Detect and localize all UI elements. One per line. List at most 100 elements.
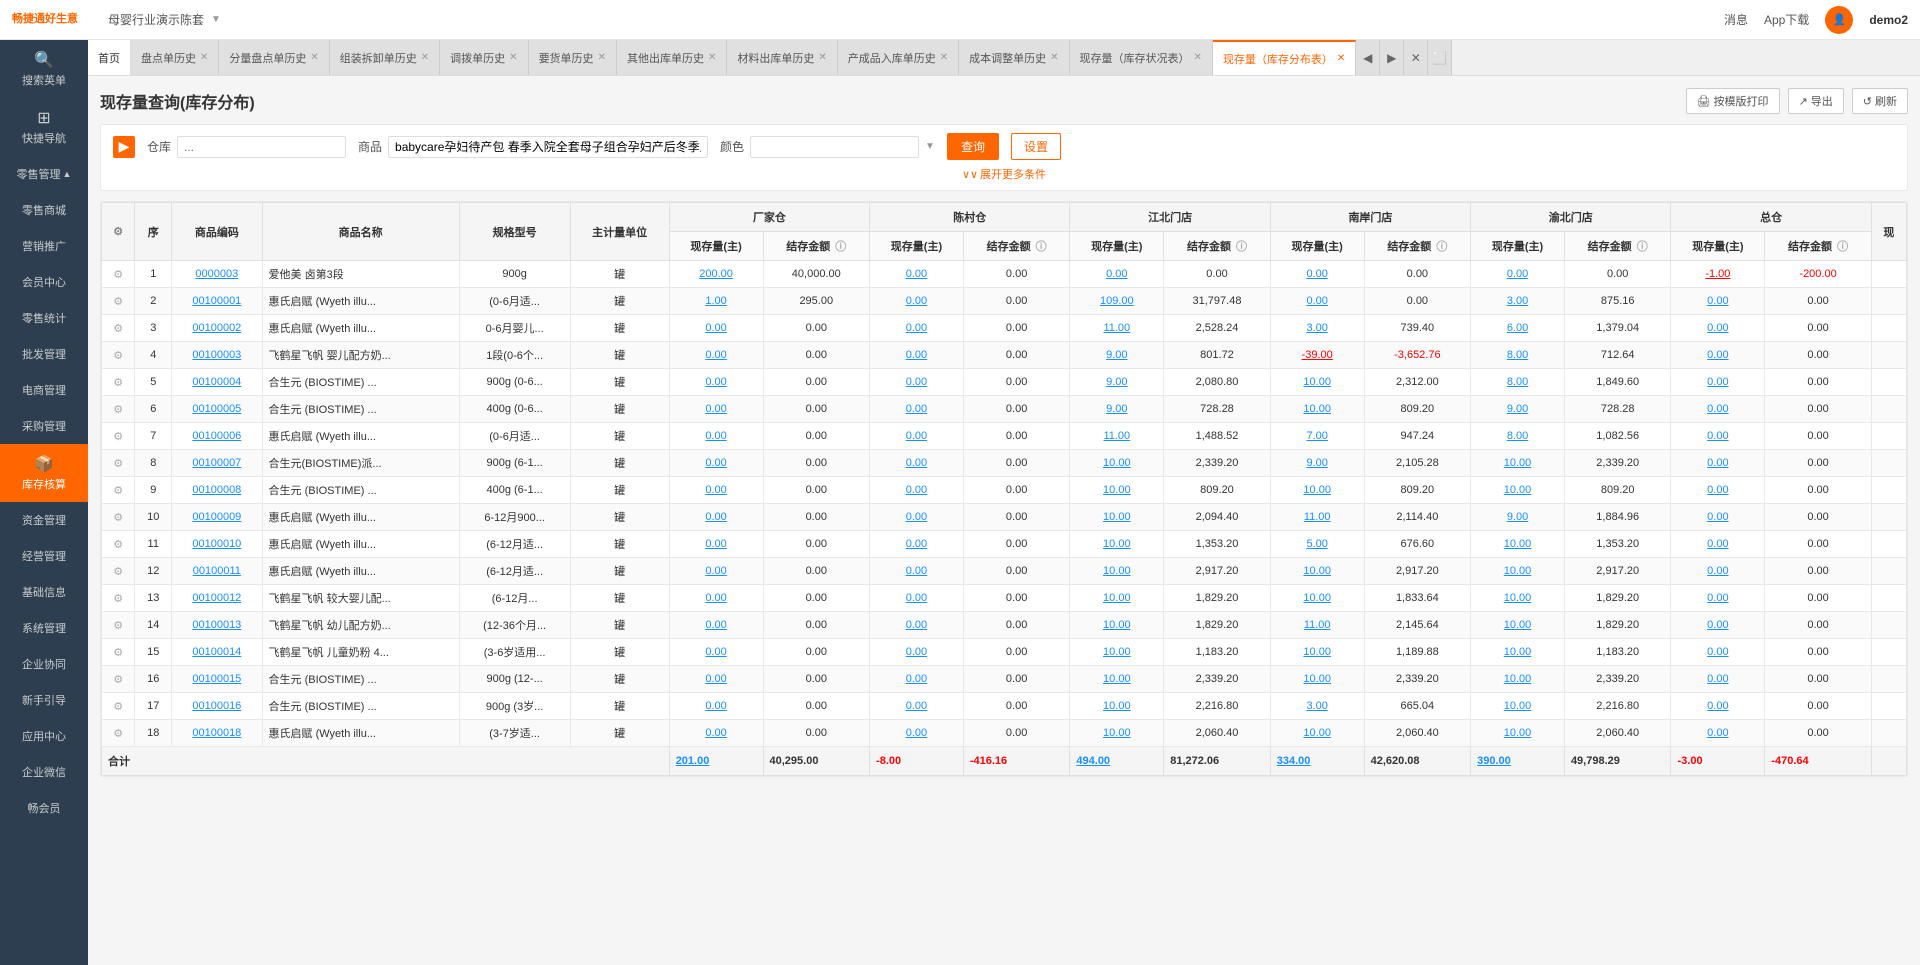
row-gear[interactable]: ⚙	[102, 450, 135, 477]
jbmd-amt-info-icon[interactable]: ⓘ	[1236, 241, 1247, 253]
message-link[interactable]: 消息	[1724, 11, 1748, 28]
warehouse-input[interactable]	[177, 136, 346, 158]
sidebar-item-marketing[interactable]: 营销推广	[0, 228, 88, 264]
row-ccj-qty[interactable]: 0.00	[870, 315, 964, 342]
footer-ccj-qty[interactable]: -8.00	[870, 747, 964, 776]
row-namd-qty[interactable]: 11.00	[1270, 504, 1364, 531]
row-ckj-qty[interactable]: 0.00	[669, 477, 763, 504]
row-ybmd-qty[interactable]: 10.00	[1471, 639, 1565, 666]
row-ckj-qty[interactable]: 0.00	[669, 396, 763, 423]
row-ckj-qty[interactable]: 0.00	[669, 666, 763, 693]
row-code[interactable]: 00100018	[172, 720, 262, 747]
row-ybmd-qty[interactable]: 8.00	[1471, 369, 1565, 396]
row-ckj-qty[interactable]: 0.00	[669, 531, 763, 558]
row-ckj-qty[interactable]: 0.00	[669, 315, 763, 342]
row-gear[interactable]: ⚙	[102, 666, 135, 693]
tab-10[interactable]: 现存量（库存状况表） ✕	[1070, 40, 1213, 76]
row-code[interactable]: 00100007	[172, 450, 262, 477]
app-download-link[interactable]: App下载	[1764, 11, 1809, 28]
tab-6-close[interactable]: ✕	[708, 52, 716, 63]
row-total-qty[interactable]: 0.00	[1671, 369, 1765, 396]
row-ckj-qty[interactable]: 0.00	[669, 612, 763, 639]
row-total-qty[interactable]: 0.00	[1671, 693, 1765, 720]
tab-4-close[interactable]: ✕	[509, 52, 517, 63]
row-total-qty[interactable]: 0.00	[1671, 342, 1765, 369]
row-jbmd-qty[interactable]: 10.00	[1070, 585, 1164, 612]
row-total-qty[interactable]: 0.00	[1671, 450, 1765, 477]
sidebar-item-inventory[interactable]: 📦 库存核算	[0, 444, 88, 502]
tab-7[interactable]: 材料出库单历史 ✕	[727, 40, 837, 76]
sidebar-item-operations[interactable]: 经营管理	[0, 538, 88, 574]
row-ccj-qty[interactable]: 0.00	[870, 666, 964, 693]
row-jbmd-qty[interactable]: 9.00	[1070, 342, 1164, 369]
row-total-qty[interactable]: 0.00	[1671, 288, 1765, 315]
row-total-qty[interactable]: 0.00	[1671, 666, 1765, 693]
row-ybmd-qty[interactable]: 10.00	[1471, 450, 1565, 477]
row-ccj-qty[interactable]: 0.00	[870, 342, 964, 369]
row-ccj-qty[interactable]: 0.00	[870, 693, 964, 720]
tab-1-close[interactable]: ✕	[200, 52, 208, 63]
row-namd-qty[interactable]: -39.00	[1270, 342, 1364, 369]
sidebar-item-wholesale[interactable]: 批发管理	[0, 336, 88, 372]
row-ybmd-qty[interactable]: 3.00	[1471, 288, 1565, 315]
row-ccj-qty[interactable]: 0.00	[870, 450, 964, 477]
goods-input[interactable]	[388, 136, 708, 158]
tab-2[interactable]: 分量盘点单历史 ✕	[219, 40, 329, 76]
tab-next-btn[interactable]: ▶	[1380, 40, 1404, 76]
footer-total-qty[interactable]: -3.00	[1671, 747, 1765, 776]
row-ccj-qty[interactable]: 0.00	[870, 396, 964, 423]
ccj-amt-info-icon[interactable]: ⓘ	[1036, 241, 1047, 253]
row-gear[interactable]: ⚙	[102, 639, 135, 666]
tab-expand-btn[interactable]: ⬜	[1428, 40, 1452, 76]
row-jbmd-qty[interactable]: 10.00	[1070, 666, 1164, 693]
tab-11-close[interactable]: ✕	[1337, 53, 1345, 64]
sidebar-item-nav[interactable]: ⊞ 快捷导航	[0, 98, 88, 156]
row-gear[interactable]: ⚙	[102, 369, 135, 396]
row-gear[interactable]: ⚙	[102, 342, 135, 369]
row-gear[interactable]: ⚙	[102, 261, 135, 288]
sidebar-item-wechat[interactable]: 企业微信	[0, 754, 88, 790]
row-ckj-qty[interactable]: 1.00	[669, 288, 763, 315]
row-ckj-qty[interactable]: 0.00	[669, 450, 763, 477]
row-namd-qty[interactable]: 10.00	[1270, 558, 1364, 585]
row-namd-qty[interactable]: 10.00	[1270, 585, 1364, 612]
set-button[interactable]: 设置	[1011, 133, 1061, 160]
row-ybmd-qty[interactable]: 10.00	[1471, 531, 1565, 558]
row-total-qty[interactable]: 0.00	[1671, 477, 1765, 504]
row-namd-qty[interactable]: 11.00	[1270, 612, 1364, 639]
print-button[interactable]: 🖨 按模版打印	[1686, 88, 1780, 114]
row-ybmd-qty[interactable]: 10.00	[1471, 612, 1565, 639]
row-ckj-qty[interactable]: 0.00	[669, 720, 763, 747]
row-ccj-qty[interactable]: 0.00	[870, 477, 964, 504]
tab-3[interactable]: 组装拆卸单历史 ✕	[330, 40, 440, 76]
color-dropdown-arrow[interactable]: ▼	[925, 141, 935, 152]
row-namd-qty[interactable]: 3.00	[1270, 315, 1364, 342]
row-gear[interactable]: ⚙	[102, 558, 135, 585]
tab-5[interactable]: 要货单历史 ✕	[529, 40, 617, 76]
row-gear[interactable]: ⚙	[102, 531, 135, 558]
ybmd-amt-info-icon[interactable]: ⓘ	[1637, 241, 1648, 253]
export-button[interactable]: ↗ 导出	[1788, 88, 1844, 114]
row-code[interactable]: 00100012	[172, 585, 262, 612]
row-ybmd-qty[interactable]: 10.00	[1471, 720, 1565, 747]
row-ybmd-qty[interactable]: 9.00	[1471, 504, 1565, 531]
sidebar-item-apps[interactable]: 应用中心	[0, 718, 88, 754]
sidebar-item-retail[interactable]: 零售管理 ▲	[0, 156, 88, 192]
footer-ybmd-qty[interactable]: 390.00	[1471, 747, 1565, 776]
row-jbmd-qty[interactable]: 10.00	[1070, 450, 1164, 477]
sidebar-item-ecommerce[interactable]: 电商管理	[0, 372, 88, 408]
sidebar-item-guide[interactable]: 新手引导	[0, 682, 88, 718]
row-ccj-qty[interactable]: 0.00	[870, 504, 964, 531]
sidebar-item-purchase[interactable]: 采购管理	[0, 408, 88, 444]
row-code[interactable]: 00100001	[172, 288, 262, 315]
row-ccj-qty[interactable]: 0.00	[870, 531, 964, 558]
footer-ckj-qty[interactable]: 201.00	[669, 747, 763, 776]
row-code[interactable]: 00100010	[172, 531, 262, 558]
row-jbmd-qty[interactable]: 10.00	[1070, 504, 1164, 531]
row-ckj-qty[interactable]: 0.00	[669, 423, 763, 450]
tab-4[interactable]: 调拨单历史 ✕	[440, 40, 528, 76]
row-code[interactable]: 00100006	[172, 423, 262, 450]
row-ybmd-qty[interactable]: 10.00	[1471, 558, 1565, 585]
row-code[interactable]: 00100002	[172, 315, 262, 342]
row-jbmd-qty[interactable]: 9.00	[1070, 396, 1164, 423]
